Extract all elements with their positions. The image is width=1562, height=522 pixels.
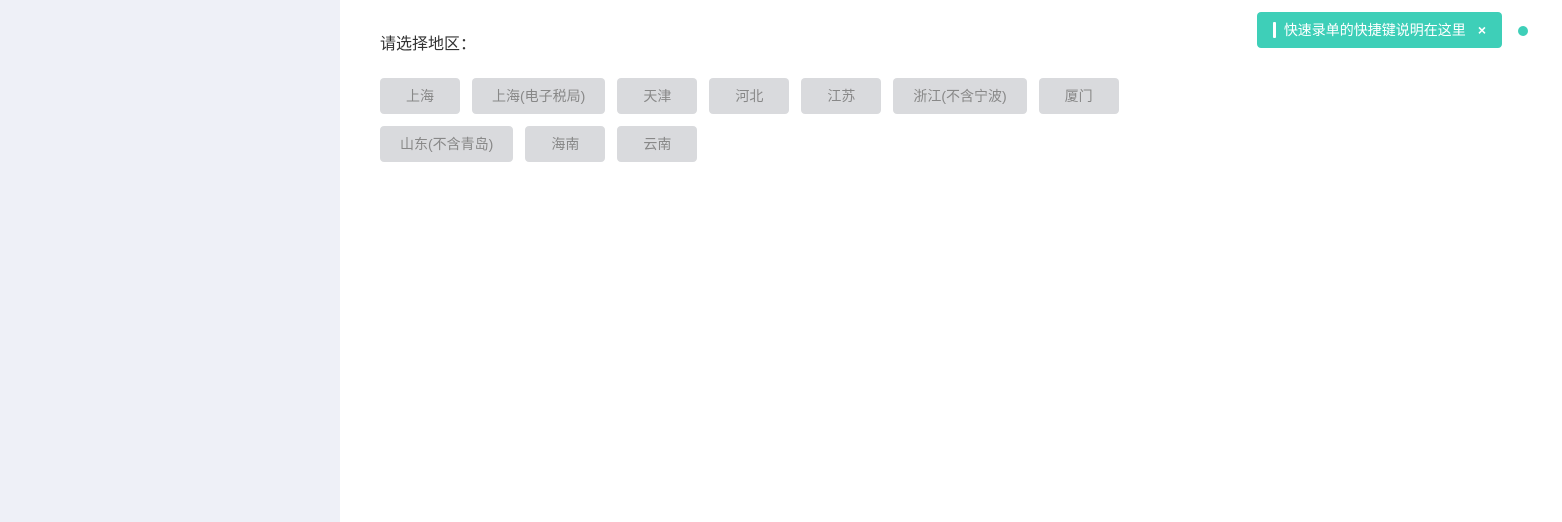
region-button-row2: 山东(不含青岛) 海南云南 (380, 126, 1522, 162)
region-button[interactable]: 山东(不含青岛) (380, 126, 513, 162)
main-content: 请选择地区： 上海上海(电子税局)天津河北江苏浙江(不含宁波)厦门 山东(不含青… (340, 0, 1562, 522)
region-button-row1: 上海上海(电子税局) 天津河北江苏浙江(不含宁波) 厦门 (380, 78, 1522, 114)
region-button[interactable]: 海南 (525, 126, 605, 162)
sidebar (0, 0, 340, 522)
tooltip-bar (1273, 22, 1276, 38)
close-icon[interactable]: × (1478, 23, 1486, 37)
region-button[interactable]: 上海(电子税局) (472, 78, 605, 114)
region-button[interactable]: 厦门 (1039, 78, 1119, 114)
region-button[interactable]: 江苏 (801, 78, 881, 114)
region-button[interactable]: 浙江(不含宁波) (893, 78, 1026, 114)
tooltip-dot-indicator (1518, 26, 1528, 36)
region-button[interactable]: 河北 (709, 78, 789, 114)
region-button[interactable]: 上海 (380, 78, 460, 114)
region-button[interactable]: 天津 (617, 78, 697, 114)
region-button[interactable]: 云南 (617, 126, 697, 162)
tooltip-banner: 快速录单的快捷键说明在这里 × (1257, 12, 1502, 48)
tooltip-text: 快速录单的快捷键说明在这里 (1284, 20, 1466, 40)
